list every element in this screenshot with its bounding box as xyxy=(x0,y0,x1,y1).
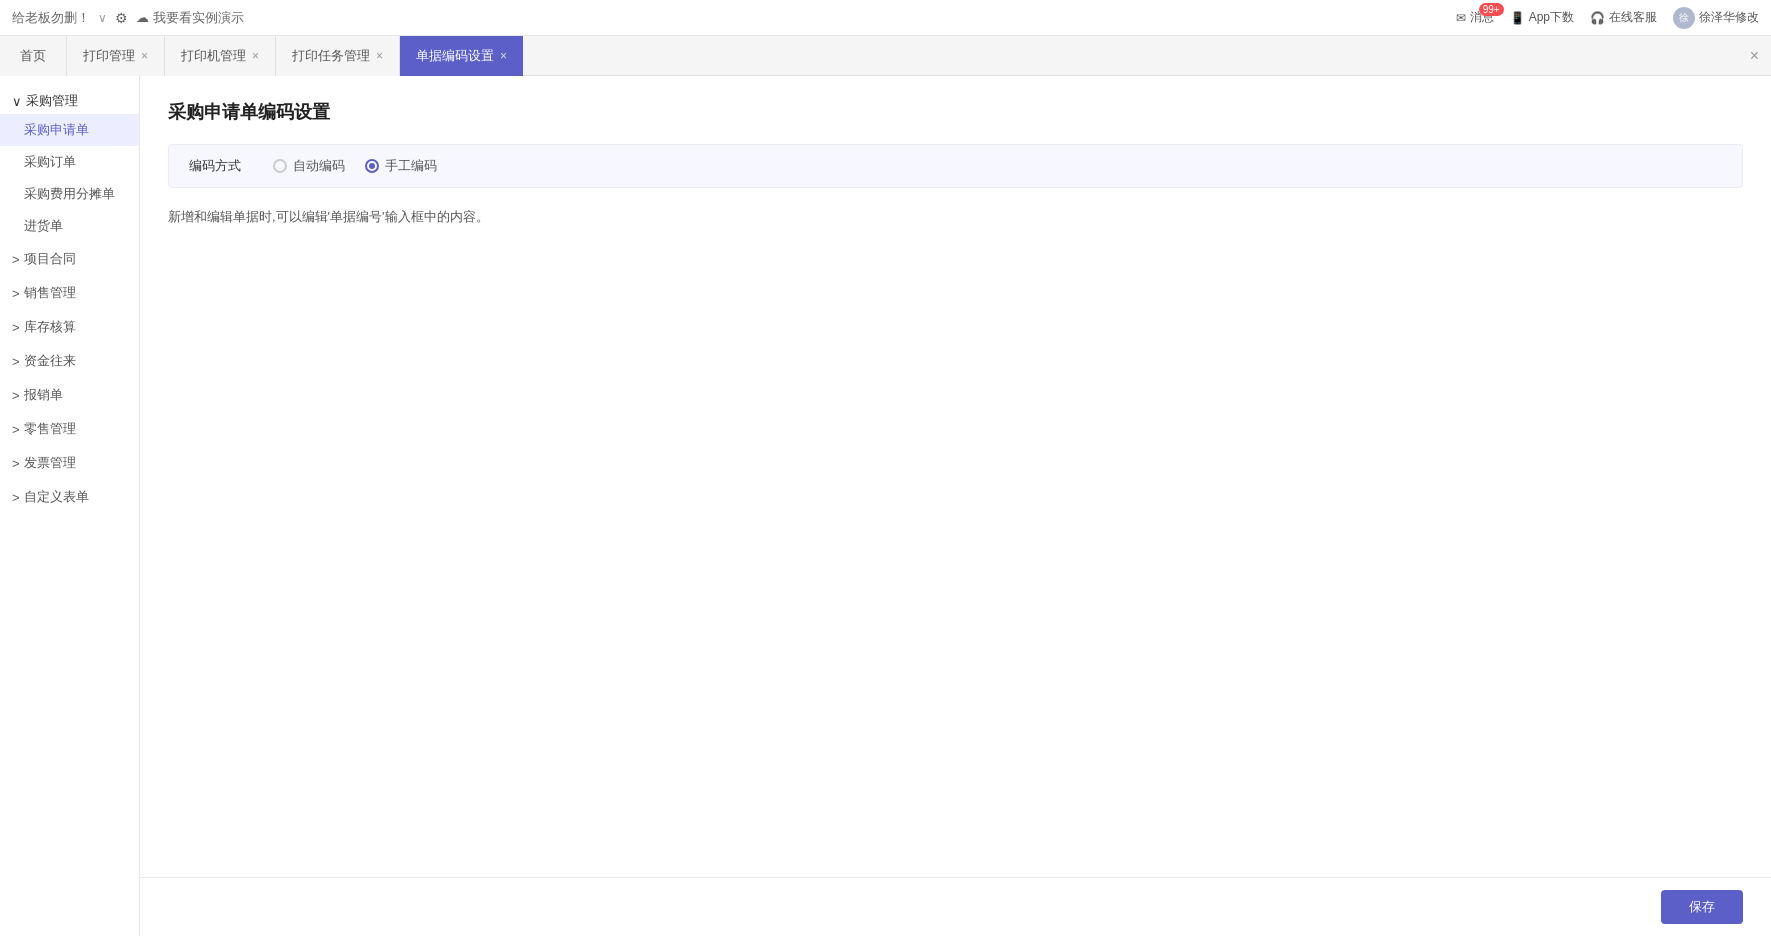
sidebar-label-retail: 零售管理 xyxy=(24,420,76,438)
sidebar-group-custom[interactable]: > 自定义表单 xyxy=(0,480,139,514)
sidebar-arrow-project: > xyxy=(12,252,20,267)
message-button[interactable]: ✉ 消息 99+ xyxy=(1456,9,1494,26)
tab-printer-management[interactable]: 打印机管理 × xyxy=(165,36,276,76)
sidebar-group-arrow-purchase: ∨ xyxy=(12,94,22,109)
encoding-section: 编码方式 自动编码 手工编码 xyxy=(168,144,1743,188)
sidebar-arrow-expense: > xyxy=(12,388,20,403)
demo-text: 我要看实例演示 xyxy=(153,9,244,27)
user-menu[interactable]: 徐 徐泽华修改 xyxy=(1673,7,1759,29)
sidebar-group-sales[interactable]: > 销售管理 xyxy=(0,276,139,310)
tab-barcode-setting-close[interactable]: × xyxy=(500,50,507,62)
tab-home[interactable]: 首页 xyxy=(0,36,67,76)
tab-print-management-label: 打印管理 xyxy=(83,47,135,65)
sidebar-arrow-retail: > xyxy=(12,422,20,437)
tab-barcode-setting-label: 单据编码设置 xyxy=(416,47,494,65)
sidebar-label-sales: 销售管理 xyxy=(24,284,76,302)
main-layout: ∨ 采购管理 采购申请单 采购订单 采购费用分摊单 进货单 > 项目合同 > 销… xyxy=(0,76,1771,936)
radio-circle-manual xyxy=(365,159,379,173)
sidebar-group-invoice[interactable]: > 发票管理 xyxy=(0,446,139,480)
sidebar-label-custom: 自定义表单 xyxy=(24,488,89,506)
encoding-radio-group: 自动编码 手工编码 xyxy=(273,157,437,175)
demo-link[interactable]: ☁ 我要看实例演示 xyxy=(136,9,244,27)
sidebar-arrow-inventory: > xyxy=(12,320,20,335)
top-bar: 给老板勿删！ ∨ ⚙ ☁ 我要看实例演示 ✉ 消息 99+ 📱 App下数 🎧 … xyxy=(0,0,1771,36)
sidebar-arrow-invoice: > xyxy=(12,456,20,471)
encoding-label: 编码方式 xyxy=(189,157,241,175)
tab-printer-management-close[interactable]: × xyxy=(252,50,259,62)
dropdown-arrow-icon[interactable]: ∨ xyxy=(98,11,107,25)
radio-dot-manual xyxy=(369,163,375,169)
sidebar-group-label-purchase: 采购管理 xyxy=(26,92,78,110)
sidebar-item-purchase-request[interactable]: 采购申请单 xyxy=(0,114,139,146)
radio-manual-encoding[interactable]: 手工编码 xyxy=(365,157,437,175)
content-footer: 保存 xyxy=(140,877,1771,936)
page-title: 采购申请单编码设置 xyxy=(168,100,1743,124)
sidebar-item-purchase-order[interactable]: 采购订单 xyxy=(0,146,139,178)
sidebar: ∨ 采购管理 采购申请单 采购订单 采购费用分摊单 进货单 > 项目合同 > 销… xyxy=(0,76,140,936)
radio-label-auto: 自动编码 xyxy=(293,157,345,175)
sidebar-arrow-custom: > xyxy=(12,490,20,505)
radio-auto-encoding[interactable]: 自动编码 xyxy=(273,157,345,175)
app-download-button[interactable]: 📱 App下数 xyxy=(1510,9,1574,26)
tab-barcode-setting[interactable]: 单据编码设置 × xyxy=(400,36,523,76)
radio-circle-auto xyxy=(273,159,287,173)
top-bar-right: ✉ 消息 99+ 📱 App下数 🎧 在线客服 徐 徐泽华修改 xyxy=(1456,7,1759,29)
sidebar-arrow-finance: > xyxy=(12,354,20,369)
tab-bar: 首页 打印管理 × 打印机管理 × 打印任务管理 × 单据编码设置 × × xyxy=(0,36,1771,76)
headset-icon: 🎧 xyxy=(1590,11,1605,25)
brand-text: 给老板勿删！ xyxy=(12,9,90,27)
message-badge: 99+ xyxy=(1479,3,1504,16)
sidebar-item-purchase-instock[interactable]: 进货单 xyxy=(0,210,139,242)
tab-print-management[interactable]: 打印管理 × xyxy=(67,36,165,76)
sidebar-group-purchase[interactable]: ∨ 采购管理 xyxy=(0,84,139,114)
sidebar-label-expense: 报销单 xyxy=(24,386,63,404)
sidebar-label-project: 项目合同 xyxy=(24,250,76,268)
main-content: 采购申请单编码设置 编码方式 自动编码 手工编码 xyxy=(140,76,1771,936)
tab-printer-management-label: 打印机管理 xyxy=(181,47,246,65)
online-service-button[interactable]: 🎧 在线客服 xyxy=(1590,9,1657,26)
sidebar-group-finance[interactable]: > 资金往来 xyxy=(0,344,139,378)
online-service-label: 在线客服 xyxy=(1609,9,1657,26)
message-icon: ✉ xyxy=(1456,11,1466,25)
app-download-label: App下数 xyxy=(1529,9,1574,26)
hint-text: 新增和编辑单据时,可以编辑'单据编号'输入框中的内容。 xyxy=(168,208,1743,226)
sidebar-label-inventory: 库存核算 xyxy=(24,318,76,336)
sidebar-arrow-sales: > xyxy=(12,286,20,301)
sidebar-group-inventory[interactable]: > 库存核算 xyxy=(0,310,139,344)
sidebar-label-invoice: 发票管理 xyxy=(24,454,76,472)
sidebar-group-project[interactable]: > 项目合同 xyxy=(0,242,139,276)
tab-bar-close-button[interactable]: × xyxy=(1738,47,1771,65)
radio-label-manual: 手工编码 xyxy=(385,157,437,175)
gear-icon[interactable]: ⚙ xyxy=(115,10,128,26)
sidebar-group-expense[interactable]: > 报销单 xyxy=(0,378,139,412)
sidebar-label-finance: 资金往来 xyxy=(24,352,76,370)
tab-print-task-close[interactable]: × xyxy=(376,50,383,62)
tab-print-task[interactable]: 打印任务管理 × xyxy=(276,36,400,76)
content-area: 采购申请单编码设置 编码方式 自动编码 手工编码 xyxy=(140,76,1771,877)
sidebar-item-purchase-cost[interactable]: 采购费用分摊单 xyxy=(0,178,139,210)
top-bar-left: 给老板勿删！ ∨ ⚙ ☁ 我要看实例演示 xyxy=(12,9,244,27)
tab-print-task-label: 打印任务管理 xyxy=(292,47,370,65)
cloud-icon: ☁ xyxy=(136,10,149,25)
phone-icon: 📱 xyxy=(1510,11,1525,25)
tab-home-label: 首页 xyxy=(20,47,46,65)
save-button[interactable]: 保存 xyxy=(1661,890,1743,924)
sidebar-group-retail[interactable]: > 零售管理 xyxy=(0,412,139,446)
tab-print-management-close[interactable]: × xyxy=(141,50,148,62)
avatar: 徐 xyxy=(1673,7,1695,29)
user-name: 徐泽华修改 xyxy=(1699,9,1759,26)
